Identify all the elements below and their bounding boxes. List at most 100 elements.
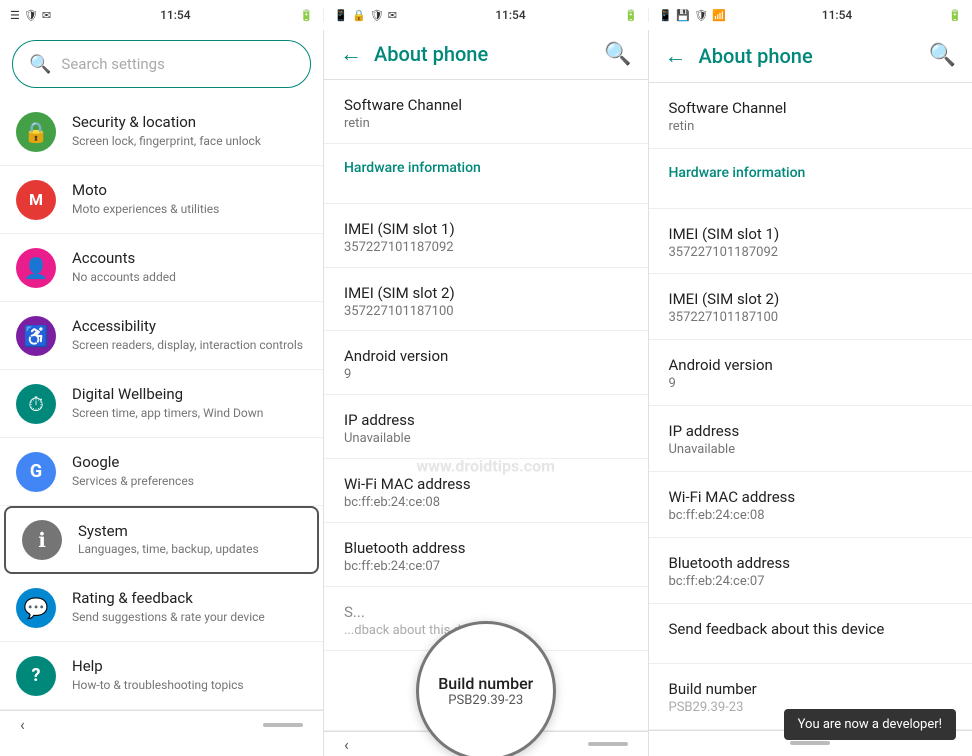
bt-title-1: Bluetooth address xyxy=(344,539,628,557)
accounts-icon: 👤 xyxy=(16,248,56,288)
accounts-text: Accounts No accounts added xyxy=(72,249,307,285)
icon-sms: ✉ xyxy=(42,9,51,22)
accessibility-title: Accessibility xyxy=(72,317,307,337)
back-icon-1[interactable]: ← xyxy=(340,41,362,67)
icon-shield3: 🛡 xyxy=(694,9,708,22)
build-circle-title: Build number xyxy=(438,674,533,693)
android-subtitle-1: 9 xyxy=(344,367,628,382)
settings-item-google[interactable]: G Google Services & preferences xyxy=(0,438,323,506)
about-item-ip-1[interactable]: IP address Unavailable xyxy=(324,395,648,459)
imei1-subtitle-1: 357227101187092 xyxy=(344,240,628,255)
security-subtitle: Screen lock, fingerprint, face unlock xyxy=(72,133,307,150)
nav-pill-right xyxy=(790,741,830,745)
settings-item-help[interactable]: ? Help How-to & troubleshooting topics xyxy=(0,642,323,710)
software-subtitle-1: retin xyxy=(344,116,628,131)
about-item-wifi-2[interactable]: Wi-Fi MAC address bc:ff:eb:24:ce:08 xyxy=(649,472,972,538)
moto-icon: M xyxy=(16,180,56,220)
settings-item-system[interactable]: ℹ System Languages, time, backup, update… xyxy=(4,506,319,574)
about-item-hardware-1: Hardware information xyxy=(324,144,648,204)
icon-phone2: 📱 xyxy=(659,9,673,22)
left-status-icons: ☰ 🛡 ✉ xyxy=(10,9,51,22)
center-status-icons: 📱 🔒 🛡 ✉ xyxy=(334,9,397,22)
software-subtitle-2: retin xyxy=(669,119,953,134)
status-bar-center: 📱 🔒 🛡 ✉ 11:54 🔋 xyxy=(324,8,648,22)
google-subtitle: Services & preferences xyxy=(72,473,307,490)
imei2-title-2: IMEI (SIM slot 2) xyxy=(669,290,953,308)
ip-title-1: IP address xyxy=(344,411,628,429)
accessibility-subtitle: Screen readers, display, interaction con… xyxy=(72,337,307,354)
settings-item-moto[interactable]: M Moto Moto experiences & utilities xyxy=(0,166,323,234)
search-bar[interactable]: 🔍 Search settings xyxy=(12,40,311,88)
hardware-title-1: Hardware information xyxy=(344,160,628,176)
system-text: System Languages, time, backup, updates xyxy=(78,522,301,558)
help-title: Help xyxy=(72,657,307,677)
nav-pill-center xyxy=(588,742,628,746)
settings-item-rating[interactable]: 💬 Rating & feedback Send suggestions & r… xyxy=(0,574,323,642)
settings-item-accounts[interactable]: 👤 Accounts No accounts added xyxy=(0,234,323,302)
security-text: Security & location Screen lock, fingerp… xyxy=(72,113,307,149)
digitalwellbeing-icon: ⏱ xyxy=(16,384,56,424)
google-icon: G xyxy=(16,452,56,492)
about-item-bt-2[interactable]: Bluetooth address bc:ff:eb:24:ce:07 xyxy=(649,538,972,604)
build-title-2: Build number xyxy=(669,680,953,698)
about-item-feedback-2[interactable]: Send feedback about this device xyxy=(649,604,972,664)
developer-toast: You are now a developer! xyxy=(784,709,956,740)
accessibility-icon: ♿ xyxy=(16,316,56,356)
chevron-left[interactable]: ‹ xyxy=(20,715,25,734)
settings-item-digitalwellbeing[interactable]: ⏱ Digital Wellbeing Screen time, app tim… xyxy=(0,370,323,438)
about-item-wifi-1[interactable]: Wi-Fi MAC address bc:ff:eb:24:ce:08 xyxy=(324,459,648,523)
hardware-title-2: Hardware information xyxy=(669,165,953,181)
system-icon: ℹ xyxy=(22,520,62,560)
software-title-2: Software Channel xyxy=(669,99,953,117)
about-item-bt-1[interactable]: Bluetooth address bc:ff:eb:24:ce:07 xyxy=(324,523,648,587)
ip-title-2: IP address xyxy=(669,422,953,440)
settings-item-accessibility[interactable]: ♿ Accessibility Screen readers, display,… xyxy=(0,302,323,370)
about-item-hardware-2: Hardware information xyxy=(649,149,972,209)
status-bar-right: 📱 💾 🛡 📶 11:54 🔋 xyxy=(649,8,972,22)
nav-pill-left xyxy=(263,723,303,727)
battery-center: 🔋 xyxy=(624,9,638,22)
about-item-software-2[interactable]: Software Channel retin xyxy=(649,83,972,149)
about-item-imei2-2[interactable]: IMEI (SIM slot 2) 357227101187100 xyxy=(649,274,972,340)
rating-subtitle: Send suggestions & rate your device xyxy=(72,609,307,626)
google-title: Google xyxy=(72,453,307,473)
about-item-imei1-2[interactable]: IMEI (SIM slot 1) 357227101187092 xyxy=(649,209,972,275)
icon-lock: 🔒 xyxy=(352,9,366,22)
about-item-software-1[interactable]: Software Channel retin xyxy=(324,80,648,144)
panel-header-2: ← About phone 🔍 xyxy=(649,30,972,83)
back-icon-2[interactable]: ← xyxy=(665,43,687,69)
build-circle: Build number PSB29.39-23 xyxy=(416,621,556,756)
status-bar-left: ☰ 🛡 ✉ 11:54 🔋 xyxy=(0,8,324,22)
about-item-build-1[interactable]: Build number PSB29.39-23 Build number PS… xyxy=(324,651,648,731)
about-item-imei1-1[interactable]: IMEI (SIM slot 1) 357227101187092 xyxy=(324,204,648,268)
software-title-1: Software Channel xyxy=(344,96,628,114)
rating-text: Rating & feedback Send suggestions & rat… xyxy=(72,589,307,625)
bt-subtitle-2: bc:ff:eb:24:ce:07 xyxy=(669,574,953,589)
search-icon-1[interactable]: 🔍 xyxy=(604,42,631,67)
build-circle-value: PSB29.39-23 xyxy=(448,693,523,708)
digitalwellbeing-subtitle: Screen time, app timers, Wind Down xyxy=(72,405,307,422)
settings-item-security[interactable]: 🔒 Security & location Screen lock, finge… xyxy=(0,98,323,166)
imei1-title-1: IMEI (SIM slot 1) xyxy=(344,220,628,238)
about-item-imei2-1[interactable]: IMEI (SIM slot 2) 357227101187100 xyxy=(324,268,648,332)
rating-icon: 💬 xyxy=(16,588,56,628)
icon-shield: 🛡 xyxy=(24,9,38,22)
icon-signal: 📶 xyxy=(712,9,726,22)
main-container: 🔍 Search settings 🔒 Security & location … xyxy=(0,30,972,756)
help-text: Help How-to & troubleshooting topics xyxy=(72,657,307,693)
chevron-left-2[interactable]: ‹ xyxy=(344,735,349,754)
bt-title-2: Bluetooth address xyxy=(669,554,953,572)
about-item-ip-2[interactable]: IP address Unavailable xyxy=(649,406,972,472)
accounts-subtitle: No accounts added xyxy=(72,269,307,286)
bt-subtitle-1: bc:ff:eb:24:ce:07 xyxy=(344,559,628,574)
wifi-subtitle-2: bc:ff:eb:24:ce:08 xyxy=(669,508,953,523)
system-title: System xyxy=(78,522,301,542)
help-icon: ? xyxy=(16,656,56,696)
about-item-android-1[interactable]: Android version 9 xyxy=(324,331,648,395)
imei2-subtitle-2: 357227101187100 xyxy=(669,310,953,325)
search-icon-2[interactable]: 🔍 xyxy=(929,43,956,68)
accessibility-text: Accessibility Screen readers, display, i… xyxy=(72,317,307,353)
about-item-android-2[interactable]: Android version 9 xyxy=(649,340,972,406)
about-panel-1: ← About phone 🔍 www.droidtips.com Softwa… xyxy=(324,30,649,756)
time-center: 11:54 xyxy=(495,8,525,22)
